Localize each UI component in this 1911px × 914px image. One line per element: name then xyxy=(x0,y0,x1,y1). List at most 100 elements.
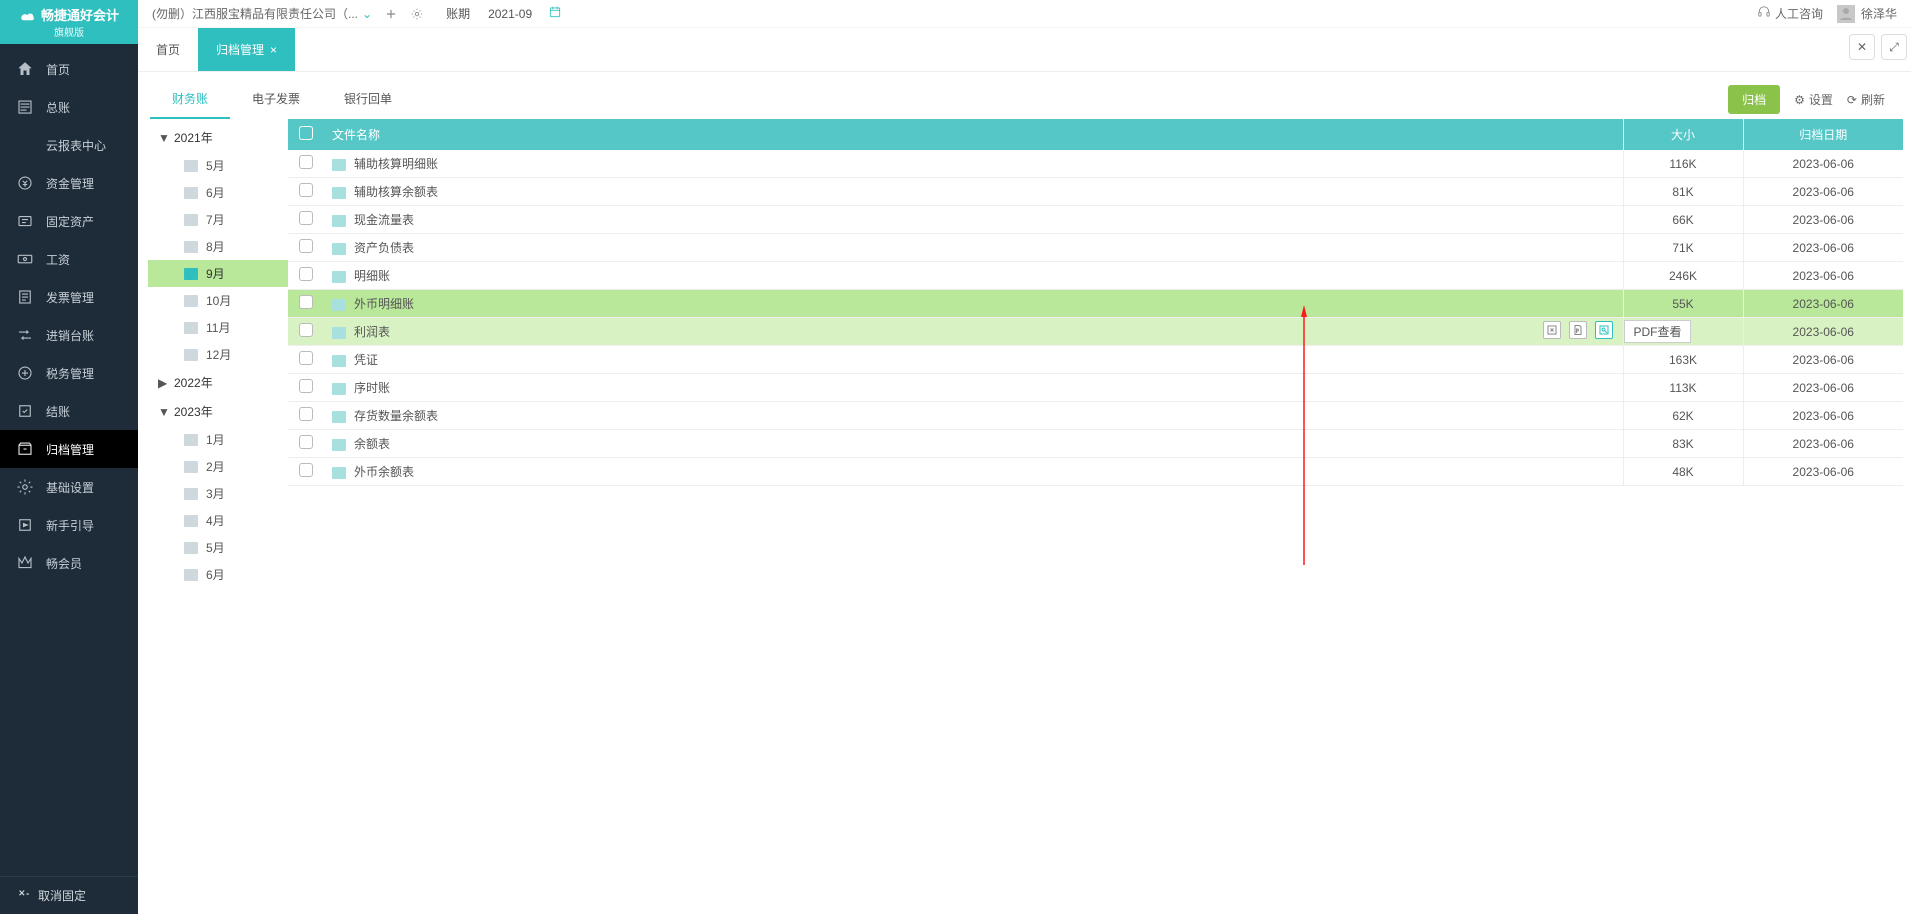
row-checkbox[interactable] xyxy=(299,379,313,393)
file-name: 明细账 xyxy=(354,269,390,283)
refresh-link[interactable]: ⟳刷新 xyxy=(1847,91,1885,108)
nav-tax[interactable]: 税务管理 xyxy=(0,354,138,392)
consult-label: 人工咨询 xyxy=(1775,5,1823,22)
sub-tab-einvoice[interactable]: 电子发票 xyxy=(230,80,322,119)
period-label: 账期 xyxy=(446,5,470,22)
tree-month-2021-11[interactable]: 11月 xyxy=(148,314,288,341)
nav-asset[interactable]: 固定资产 xyxy=(0,202,138,240)
nav-invoice[interactable]: 发票管理 xyxy=(0,278,138,316)
row-checkbox[interactable] xyxy=(299,435,313,449)
table-row[interactable]: 辅助核算余额表81K2023-06-06 xyxy=(288,178,1903,206)
row-checkbox[interactable] xyxy=(299,407,313,421)
company-selector[interactable]: (勿删）江西服宝精品有限责任公司（...⌄ xyxy=(152,5,372,22)
user-menu[interactable]: 徐泽华 xyxy=(1837,5,1897,23)
consult-link[interactable]: 人工咨询 xyxy=(1757,5,1823,22)
calendar-icon[interactable] xyxy=(548,5,562,22)
tree-month-2021-5[interactable]: 5月 xyxy=(148,152,288,179)
table-row[interactable]: 明细账246K2023-06-06 xyxy=(288,262,1903,290)
table-row[interactable]: 利润表PDF查看2K2023-06-06 xyxy=(288,318,1903,346)
tree-year-2023[interactable]: ▼2023年 xyxy=(148,397,288,426)
file-name: 现金流量表 xyxy=(354,213,414,227)
row-checkbox[interactable] xyxy=(299,351,313,365)
add-company-icon[interactable] xyxy=(384,7,398,21)
table-row[interactable]: 序时账113K2023-06-06 xyxy=(288,374,1903,402)
archive-button[interactable]: 归档 xyxy=(1728,85,1780,114)
settings-link[interactable]: ⚙设置 xyxy=(1794,91,1833,108)
tree-year-2021[interactable]: ▼2021年 xyxy=(148,123,288,152)
table-row[interactable]: 凭证163K2023-06-06 xyxy=(288,346,1903,374)
period-value[interactable]: 2021-09 xyxy=(488,7,532,21)
file-table-wrap: 文件名称 大小 归档日期 辅助核算明细账116K2023-06-06辅助核算余额… xyxy=(288,119,1903,902)
file-icon xyxy=(332,355,346,367)
tree-month-2021-10[interactable]: 10月 xyxy=(148,287,288,314)
tree-month-2021-6[interactable]: 6月 xyxy=(148,179,288,206)
table-row[interactable]: 余额表83K2023-06-06 xyxy=(288,430,1903,458)
sidebar-unpin[interactable]: 取消固定 xyxy=(0,876,138,914)
export-excel-icon[interactable] xyxy=(1543,321,1561,339)
tabs-close-button[interactable]: ✕ xyxy=(1849,34,1875,60)
tree-month-2021-12[interactable]: 12月 xyxy=(148,341,288,368)
page-tab-home[interactable]: 首页 xyxy=(138,28,198,71)
nav-label: 税务管理 xyxy=(46,365,94,382)
nav-inout[interactable]: 进销台账 xyxy=(0,316,138,354)
nav-member[interactable]: 畅会员 xyxy=(0,544,138,582)
row-checkbox[interactable] xyxy=(299,323,313,337)
nav-settings[interactable]: 基础设置 xyxy=(0,468,138,506)
nav-label: 结账 xyxy=(46,403,70,420)
row-checkbox[interactable] xyxy=(299,183,313,197)
archive-icon xyxy=(16,440,34,458)
sub-tab-finance[interactable]: 财务账 xyxy=(150,80,230,119)
content: 财务账 电子发票 银行回单 归档 ⚙设置 ⟳刷新 ▼2021年 5月 6月 7月 xyxy=(138,72,1911,914)
tree-month-2023-1[interactable]: 1月 xyxy=(148,426,288,453)
tree-year-2022[interactable]: ▶2022年 xyxy=(148,368,288,397)
tree-month-2021-7[interactable]: 7月 xyxy=(148,206,288,233)
nav-close[interactable]: 结账 xyxy=(0,392,138,430)
nav-home[interactable]: 首页 xyxy=(0,50,138,88)
caret-right-icon: ▶ xyxy=(158,376,168,390)
tree-month-2021-9[interactable]: 9月 xyxy=(148,260,288,287)
month-label: 9月 xyxy=(206,265,225,282)
file-icon xyxy=(332,467,346,479)
folder-icon xyxy=(184,349,198,361)
file-icon xyxy=(332,299,346,311)
table-row[interactable]: 辅助核算明细账116K2023-06-06 xyxy=(288,150,1903,178)
company-settings-icon[interactable] xyxy=(410,7,424,21)
export-pdf-icon[interactable] xyxy=(1569,321,1587,339)
nav-archive[interactable]: 归档管理 xyxy=(0,430,138,468)
header-size: 大小 xyxy=(1623,119,1743,150)
tree-month-2023-4[interactable]: 4月 xyxy=(148,507,288,534)
folder-icon xyxy=(184,268,198,280)
header-check[interactable] xyxy=(288,119,324,150)
tree-month-2023-5[interactable]: 5月 xyxy=(148,534,288,561)
nav-salary[interactable]: 工资 xyxy=(0,240,138,278)
cell-name: 资产负债表 xyxy=(324,234,1623,262)
page-tab-archive[interactable]: 归档管理× xyxy=(198,28,295,71)
row-checkbox[interactable] xyxy=(299,267,313,281)
nav-ledger[interactable]: 总账 xyxy=(0,88,138,126)
cell-date: 2023-06-06 xyxy=(1743,290,1903,318)
view-pdf-icon[interactable] xyxy=(1595,321,1613,339)
table-row[interactable]: 资产负债表71K2023-06-06 xyxy=(288,234,1903,262)
table-row[interactable]: 外币明细账55K2023-06-06 xyxy=(288,290,1903,318)
tree-month-2023-6[interactable]: 6月 xyxy=(148,561,288,588)
row-checkbox[interactable] xyxy=(299,155,313,169)
nav-guide[interactable]: 新手引导 xyxy=(0,506,138,544)
table-row[interactable]: 存货数量余额表62K2023-06-06 xyxy=(288,402,1903,430)
row-checkbox[interactable] xyxy=(299,211,313,225)
tree-month-2023-3[interactable]: 3月 xyxy=(148,480,288,507)
tab-label: 首页 xyxy=(156,41,180,58)
tree-month-2023-2[interactable]: 2月 xyxy=(148,453,288,480)
sub-tab-bank[interactable]: 银行回单 xyxy=(322,80,414,119)
tree-month-2021-8[interactable]: 8月 xyxy=(148,233,288,260)
row-checkbox[interactable] xyxy=(299,239,313,253)
row-checkbox[interactable] xyxy=(299,295,313,309)
row-checkbox[interactable] xyxy=(299,463,313,477)
file-name: 凭证 xyxy=(354,353,378,367)
chart-icon xyxy=(16,136,34,154)
nav-report[interactable]: 云报表中心 xyxy=(0,126,138,164)
table-row[interactable]: 外币余额表48K2023-06-06 xyxy=(288,458,1903,486)
table-row[interactable]: 现金流量表66K2023-06-06 xyxy=(288,206,1903,234)
close-icon[interactable]: × xyxy=(270,43,277,57)
nav-fund[interactable]: 资金管理 xyxy=(0,164,138,202)
tabs-fullscreen-button[interactable]: ⤢ xyxy=(1881,34,1907,60)
